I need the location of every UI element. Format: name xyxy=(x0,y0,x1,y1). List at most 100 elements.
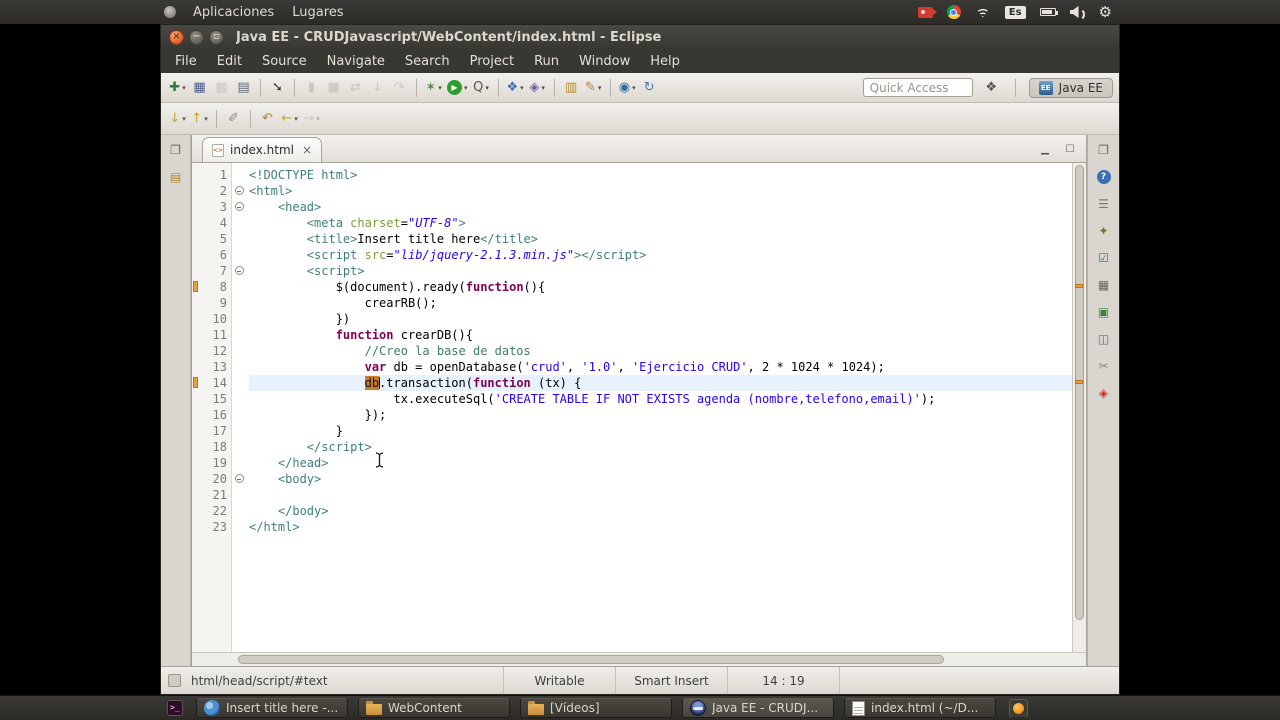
code-line: //Creo la base de datos xyxy=(364,344,531,358)
code-line: db.transaction(function (tx) { xyxy=(249,375,1072,391)
menu-window[interactable]: Window xyxy=(569,51,640,72)
fold-row xyxy=(232,199,246,215)
print-icon[interactable]: ▤ xyxy=(233,77,254,99)
html-file-icon xyxy=(212,143,224,157)
top-menu-aplicaciones[interactable]: Aplicaciones xyxy=(184,3,283,22)
ant-build-icon[interactable]: ✦ xyxy=(1094,221,1114,241)
horizontal-scrollbar[interactable] xyxy=(192,652,1086,666)
close-button[interactable]: × xyxy=(169,29,184,45)
menu-navigate[interactable]: Navigate xyxy=(317,51,395,72)
horizontal-scrollbar-thumb[interactable] xyxy=(238,655,945,664)
maximize-button[interactable]: ▫ xyxy=(209,29,224,45)
prev-annotation-icon[interactable]: ↑ ▾ xyxy=(189,108,210,130)
data-source-icon[interactable]: ◫ xyxy=(1094,329,1114,349)
code-area[interactable]: <!DOCTYPE html> <html> <head> <meta chars… xyxy=(246,163,1072,652)
overview-marker[interactable] xyxy=(1075,284,1083,288)
help-contents-icon[interactable]: ? xyxy=(1094,167,1114,187)
markers-icon[interactable]: ◈ xyxy=(1094,383,1114,403)
screen-recorder-icon[interactable] xyxy=(917,6,937,18)
skip-breakpoints-icon[interactable]: ➘ xyxy=(267,77,288,99)
terminal-icon xyxy=(167,700,183,716)
toolbar-separator xyxy=(1014,78,1016,97)
external-tools-icon[interactable]: Q ▾ xyxy=(471,77,492,99)
annotation-ruler[interactable] xyxy=(192,163,199,652)
servers-icon[interactable]: ▣ xyxy=(1094,302,1114,322)
minimize-button[interactable]: − xyxy=(189,29,204,45)
fold-row xyxy=(232,439,246,455)
vertical-scrollbar[interactable] xyxy=(1072,163,1086,652)
taskbar-item-label: index.html (~/D... xyxy=(871,701,979,715)
taskbar-item-v-deos[interactable]: [Vídeos] xyxy=(520,698,672,718)
code-line: }) xyxy=(249,312,351,326)
annotation-pencil-icon[interactable]: ✎ ▾ xyxy=(583,77,604,99)
fold-row xyxy=(232,407,246,423)
run-icon[interactable]: ▶ ▾ xyxy=(445,77,470,99)
occurrence-marker xyxy=(193,281,198,292)
battery-icon[interactable] xyxy=(1039,8,1058,16)
back-icon[interactable]: ← ▾ xyxy=(279,108,300,130)
menu-project[interactable]: Project xyxy=(460,51,524,72)
fold-toggle-icon[interactable] xyxy=(234,474,244,483)
top-menu-lugares[interactable]: Lugares xyxy=(283,3,352,22)
session-gear-icon[interactable]: ⚙ xyxy=(1099,4,1112,20)
fold-toggle-icon[interactable] xyxy=(234,202,244,211)
tab-close-icon[interactable]: × xyxy=(302,143,312,157)
properties-icon[interactable]: ▦ xyxy=(1094,275,1114,295)
taskbar-item-java-ee-crudj[interactable]: Java EE - CRUDJ... xyxy=(682,698,834,718)
save-icon[interactable]: ▦ xyxy=(189,77,210,99)
volume-icon[interactable] xyxy=(1070,6,1085,21)
open-perspective-icon[interactable]: ❖ xyxy=(981,77,1002,99)
web-browser-icon[interactable]: ◉ ▾ xyxy=(617,77,638,99)
fold-row xyxy=(232,231,246,247)
menu-run[interactable]: Run xyxy=(524,51,569,72)
menu-edit[interactable]: Edit xyxy=(207,51,252,72)
fold-toggle-icon[interactable] xyxy=(234,186,244,195)
refresh-icon[interactable]: ↻ xyxy=(639,77,660,99)
perspective-java-ee-button[interactable]: Java EE xyxy=(1028,77,1113,98)
fold-row xyxy=(232,327,246,343)
fold-row xyxy=(232,391,246,407)
editor-maximize-icon[interactable]: ☐ xyxy=(1062,141,1078,157)
next-annotation-icon[interactable]: ↓ ▾ xyxy=(167,108,188,130)
line-number: 10 xyxy=(212,312,227,326)
project-explorer-icon[interactable]: ▤ xyxy=(166,167,186,187)
mark-occurrences-icon[interactable]: ✐ xyxy=(223,108,244,130)
open-tasks-icon[interactable]: ▥ xyxy=(561,77,582,99)
editor-minimize-icon[interactable]: ▁ xyxy=(1037,141,1053,157)
new-web-wizard-icon[interactable]: ❖ ▾ xyxy=(505,77,526,99)
code-line: </script> xyxy=(249,440,372,454)
toolbar-separator xyxy=(250,109,251,128)
fold-toggle-icon[interactable] xyxy=(234,266,244,275)
taskbar-item-index-html-d[interactable]: index.html (~/D... xyxy=(844,698,996,718)
taskbar-terminal[interactable] xyxy=(164,698,186,718)
taskbar-item-webcontent[interactable]: WebContent xyxy=(358,698,510,718)
line-number-ruler[interactable]: 1 2 3 4 5 6 7 8 9 10 11 12 13 14 15 16 17 18 19 20 21 22 23 xyxy=(199,163,232,652)
quick-access-input[interactable] xyxy=(862,78,973,97)
vertical-scrollbar-thumb[interactable] xyxy=(1075,165,1084,620)
menu-source[interactable]: Source xyxy=(252,51,317,72)
toolbar-separator xyxy=(553,78,555,97)
last-edit-location-icon[interactable]: ↶ xyxy=(257,108,278,130)
restore-views-icon[interactable]: ❐ xyxy=(166,140,186,160)
menu-help[interactable]: Help xyxy=(640,51,690,72)
debug-icon[interactable]: ✶ ▾ xyxy=(423,77,444,99)
keyboard-indicator[interactable]: Es xyxy=(1004,5,1026,19)
taskbar-item-insert-title-here[interactable]: Insert title here -... xyxy=(196,698,348,718)
taskbar-eclipse-launcher[interactable] xyxy=(1006,698,1031,718)
new-class-wizard-icon[interactable]: ◈ ▾ xyxy=(527,77,548,99)
outline-icon[interactable]: ☰ xyxy=(1094,194,1114,214)
main-toolbar: ✚▾▦▩▤➘▮■⇄↓↷✶▾▶▾Q▾❖▾◈▾▥✎▾◉▾↻ ❖ Java EE xyxy=(161,73,1119,103)
task-list-icon[interactable]: ☑ xyxy=(1094,248,1114,268)
restore-views-icon[interactable]: ❐ xyxy=(1094,140,1114,160)
overview-marker[interactable] xyxy=(1075,380,1083,384)
window-titlebar[interactable]: × − ▫ Java EE - CRUDJavascript/WebContent/… xyxy=(161,25,1119,49)
snippets-icon[interactable]: ✂ xyxy=(1094,356,1114,376)
menu-search[interactable]: Search xyxy=(395,51,460,72)
chromium-icon[interactable] xyxy=(946,5,961,19)
line-number: 21 xyxy=(212,488,227,502)
folding-ruler[interactable] xyxy=(232,163,246,652)
menu-file[interactable]: File xyxy=(165,51,207,72)
new-wizard-icon[interactable]: ✚ ▾ xyxy=(167,77,188,99)
tab-index-html[interactable]: index.html × xyxy=(202,137,323,162)
wifi-icon[interactable] xyxy=(974,6,991,18)
